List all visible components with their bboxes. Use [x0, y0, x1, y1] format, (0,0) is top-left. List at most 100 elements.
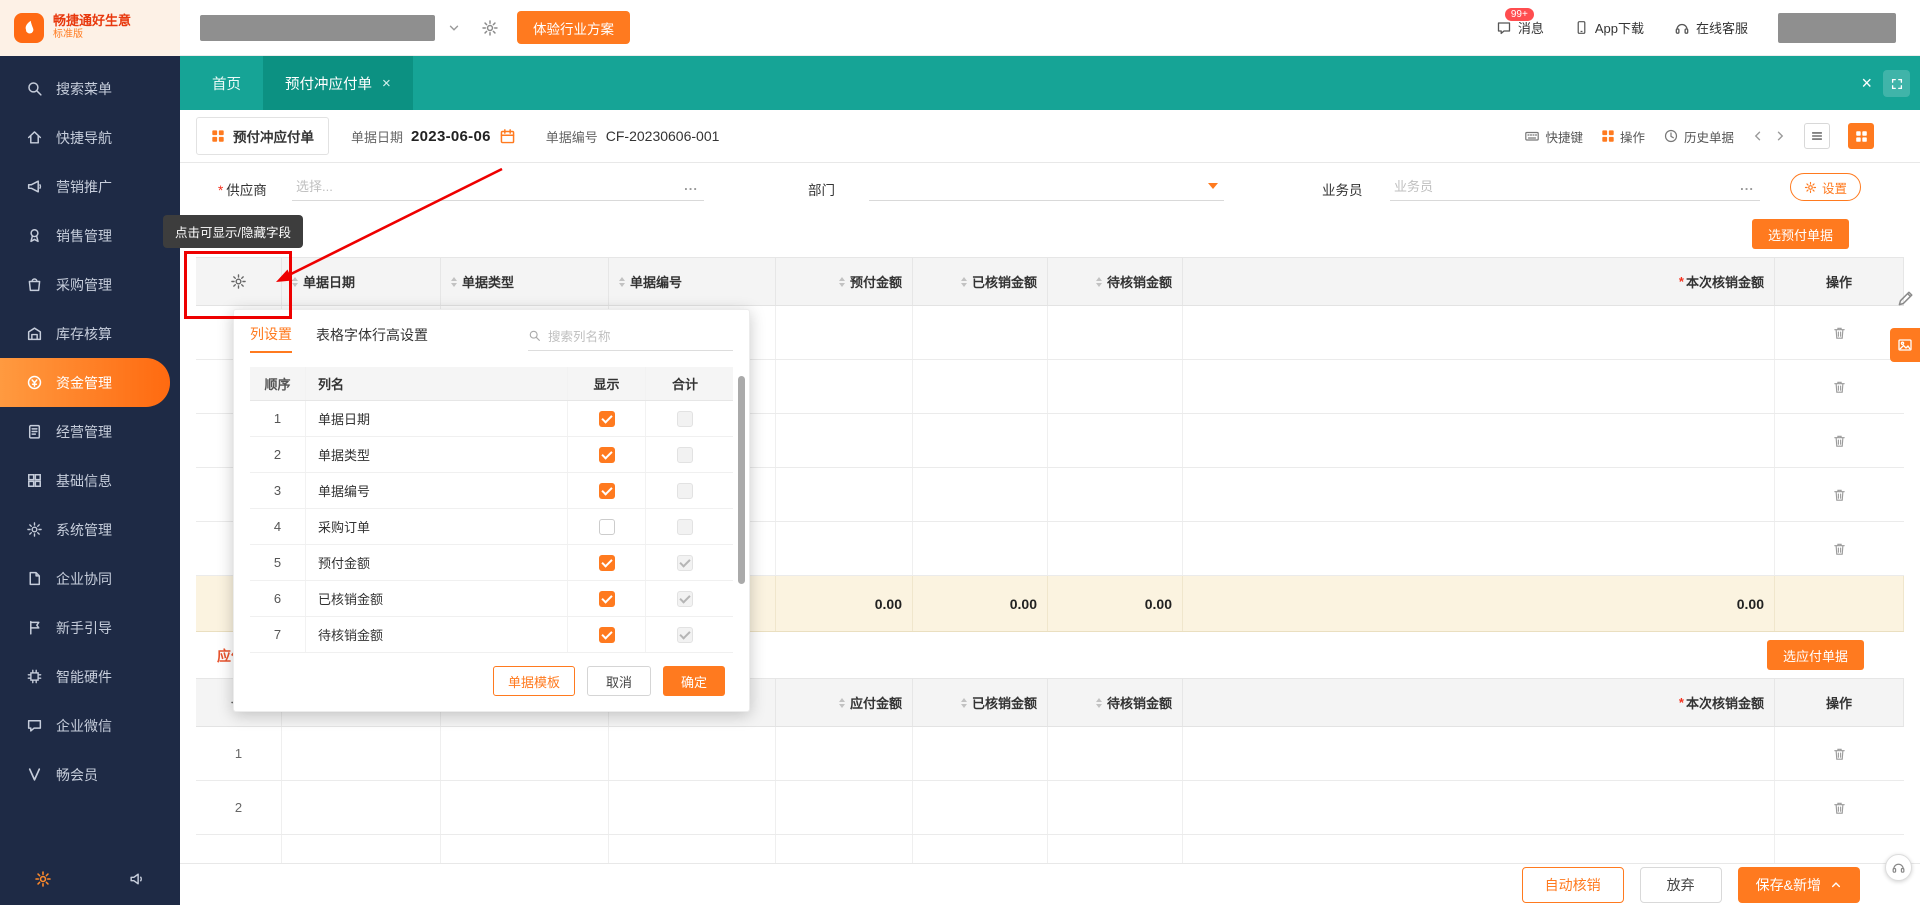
edit-pen-button[interactable]	[1896, 290, 1914, 308]
cancel-button[interactable]: 取消	[586, 666, 651, 696]
floating-service-button[interactable]	[1885, 854, 1912, 881]
total-checkbox[interactable]	[677, 410, 693, 427]
sidebar-item-sales[interactable]: 销售管理	[0, 211, 180, 260]
total-checkbox[interactable]	[677, 446, 693, 463]
header-pending-amount[interactable]: 待核销金额	[1048, 258, 1183, 305]
header-payable-amount[interactable]: 应付金额	[776, 679, 913, 726]
select-prepay-docs-button[interactable]: 选预付单据	[1751, 219, 1849, 249]
total-checkbox[interactable]	[677, 482, 693, 499]
show-checkbox[interactable]	[598, 518, 615, 535]
prev-doc-icon[interactable]	[1752, 130, 1764, 142]
header-settled-amount[interactable]: 已核销金额	[913, 258, 1048, 305]
account-redacted[interactable]	[1778, 12, 1896, 43]
sort-icon[interactable]	[960, 697, 967, 708]
chevron-down-icon[interactable]	[447, 21, 461, 35]
next-doc-icon[interactable]	[1774, 130, 1786, 142]
history-button[interactable]: 历史单据	[1663, 127, 1734, 146]
delete-row-icon[interactable]	[1832, 379, 1847, 395]
tab-home[interactable]: 首页	[190, 56, 263, 110]
tab-prepay-writeoff[interactable]: 预付冲应付单 ×	[263, 56, 413, 110]
discard-button[interactable]: 放弃	[1639, 866, 1722, 903]
payable-table-row[interactable]	[196, 835, 1904, 863]
payable-table-row[interactable]: 1	[196, 727, 1904, 781]
sidebar-item-quick-nav[interactable]: 快捷导航	[0, 113, 180, 162]
payable-table-row[interactable]: 2	[196, 781, 1904, 835]
salesman-field[interactable]: 业务员 ...	[1390, 171, 1760, 201]
online-service-button[interactable]: 在线客服	[1674, 18, 1748, 37]
app-download-button[interactable]: App下载	[1574, 18, 1644, 37]
delete-row-icon[interactable]	[1832, 541, 1847, 557]
show-checkbox[interactable]	[598, 626, 615, 643]
sidebar-item-funds[interactable]: 资金管理	[0, 358, 170, 407]
tab-font-row-settings[interactable]: 表格字体行高设置	[316, 325, 428, 352]
show-checkbox[interactable]	[598, 590, 615, 607]
sort-icon[interactable]	[619, 276, 625, 287]
shortcuts-button[interactable]: 快捷键	[1524, 127, 1583, 146]
sidebar-item-purchase[interactable]: 采购管理	[0, 260, 180, 309]
select-payable-docs-button[interactable]: 选应付单据	[1766, 640, 1864, 670]
fullscreen-icon[interactable]	[1883, 70, 1910, 97]
auto-writeoff-button[interactable]: 自动核销	[1521, 866, 1624, 903]
header-settings-button[interactable]: 设置	[1789, 173, 1861, 201]
header-pending-amount[interactable]: 待核销金额	[1048, 679, 1183, 726]
sidebar-settings-icon[interactable]	[34, 870, 52, 888]
column-search-input[interactable]: 搜索列名称	[528, 326, 733, 351]
try-industry-solution-button[interactable]: 体验行业方案	[517, 11, 630, 44]
department-field[interactable]	[869, 171, 1224, 201]
sort-icon[interactable]	[1095, 697, 1102, 708]
doc-date-value[interactable]: 2023-06-06	[411, 128, 491, 145]
sort-icon[interactable]	[1095, 276, 1102, 287]
sidebar-item-base-info[interactable]: 基础信息	[0, 456, 180, 505]
company-selector[interactable]	[200, 14, 461, 41]
sidebar-item-search-menu[interactable]: 搜索菜单	[0, 64, 180, 113]
topbar-settings-icon[interactable]	[481, 19, 499, 37]
list-view-toggle[interactable]	[1804, 123, 1830, 149]
sidebar-item-beginner-guide[interactable]: 新手引导	[0, 603, 180, 652]
header-doc-no[interactable]: 单据编号	[609, 258, 776, 305]
sidebar-item-wecom[interactable]: 企业微信	[0, 701, 180, 750]
delete-row-icon[interactable]	[1832, 487, 1847, 503]
sidebar-item-collaboration[interactable]: 企业协同	[0, 554, 180, 603]
sort-icon[interactable]	[838, 697, 845, 708]
announcement-speaker-icon[interactable]	[128, 870, 146, 888]
show-checkbox[interactable]	[598, 554, 615, 571]
delete-row-icon[interactable]	[1832, 325, 1847, 341]
total-checkbox[interactable]	[677, 626, 693, 643]
department-chevron-down-icon[interactable]	[1208, 182, 1218, 189]
delete-row-icon[interactable]	[1832, 800, 1847, 816]
salesman-more-button[interactable]: ...	[1740, 178, 1754, 193]
show-checkbox[interactable]	[598, 446, 615, 463]
dialog-scrollbar-thumb[interactable]	[738, 376, 745, 584]
sidebar-item-smart-hardware[interactable]: 智能硬件	[0, 652, 180, 701]
supplier-more-button[interactable]: ...	[684, 178, 698, 193]
total-checkbox[interactable]	[677, 554, 693, 571]
header-current-writeoff-amount[interactable]: * 本次核销金额	[1183, 679, 1775, 726]
delete-row-icon[interactable]	[1832, 746, 1847, 762]
header-prepaid-amount[interactable]: 预付金额	[776, 258, 913, 305]
calendar-icon[interactable]	[499, 128, 516, 145]
sidebar-item-member[interactable]: 畅会员	[0, 750, 180, 799]
sidebar-item-operations[interactable]: 经营管理	[0, 407, 180, 456]
total-checkbox[interactable]	[677, 590, 693, 607]
confirm-button[interactable]: 确定	[662, 666, 725, 696]
sidebar-item-system[interactable]: 系统管理	[0, 505, 180, 554]
sidebar-item-inventory[interactable]: 库存核算	[0, 309, 180, 358]
sort-icon[interactable]	[838, 276, 845, 287]
screenshot-tool-button[interactable]	[1890, 328, 1920, 362]
total-checkbox[interactable]	[677, 518, 693, 535]
save-and-new-button[interactable]: 保存&新增	[1737, 866, 1860, 903]
card-view-toggle[interactable]	[1848, 123, 1874, 149]
tab-column-settings[interactable]: 列设置	[250, 324, 292, 353]
doc-template-button[interactable]: 单据模板	[492, 666, 575, 696]
header-settled-amount[interactable]: 已核销金额	[913, 679, 1048, 726]
close-all-tabs-icon[interactable]: ×	[1861, 56, 1872, 110]
show-checkbox[interactable]	[598, 482, 615, 499]
company-name-redacted[interactable]	[200, 14, 435, 41]
show-checkbox[interactable]	[598, 410, 615, 427]
actions-button[interactable]: 操作	[1601, 127, 1645, 146]
doc-number-value[interactable]: CF-20230606-001	[606, 128, 720, 144]
delete-row-icon[interactable]	[1832, 433, 1847, 449]
messages-button[interactable]: 99+ 消息	[1496, 7, 1544, 37]
header-current-writeoff-amount[interactable]: * 本次核销金额	[1183, 258, 1775, 305]
tab-close-icon[interactable]: ×	[382, 75, 391, 92]
